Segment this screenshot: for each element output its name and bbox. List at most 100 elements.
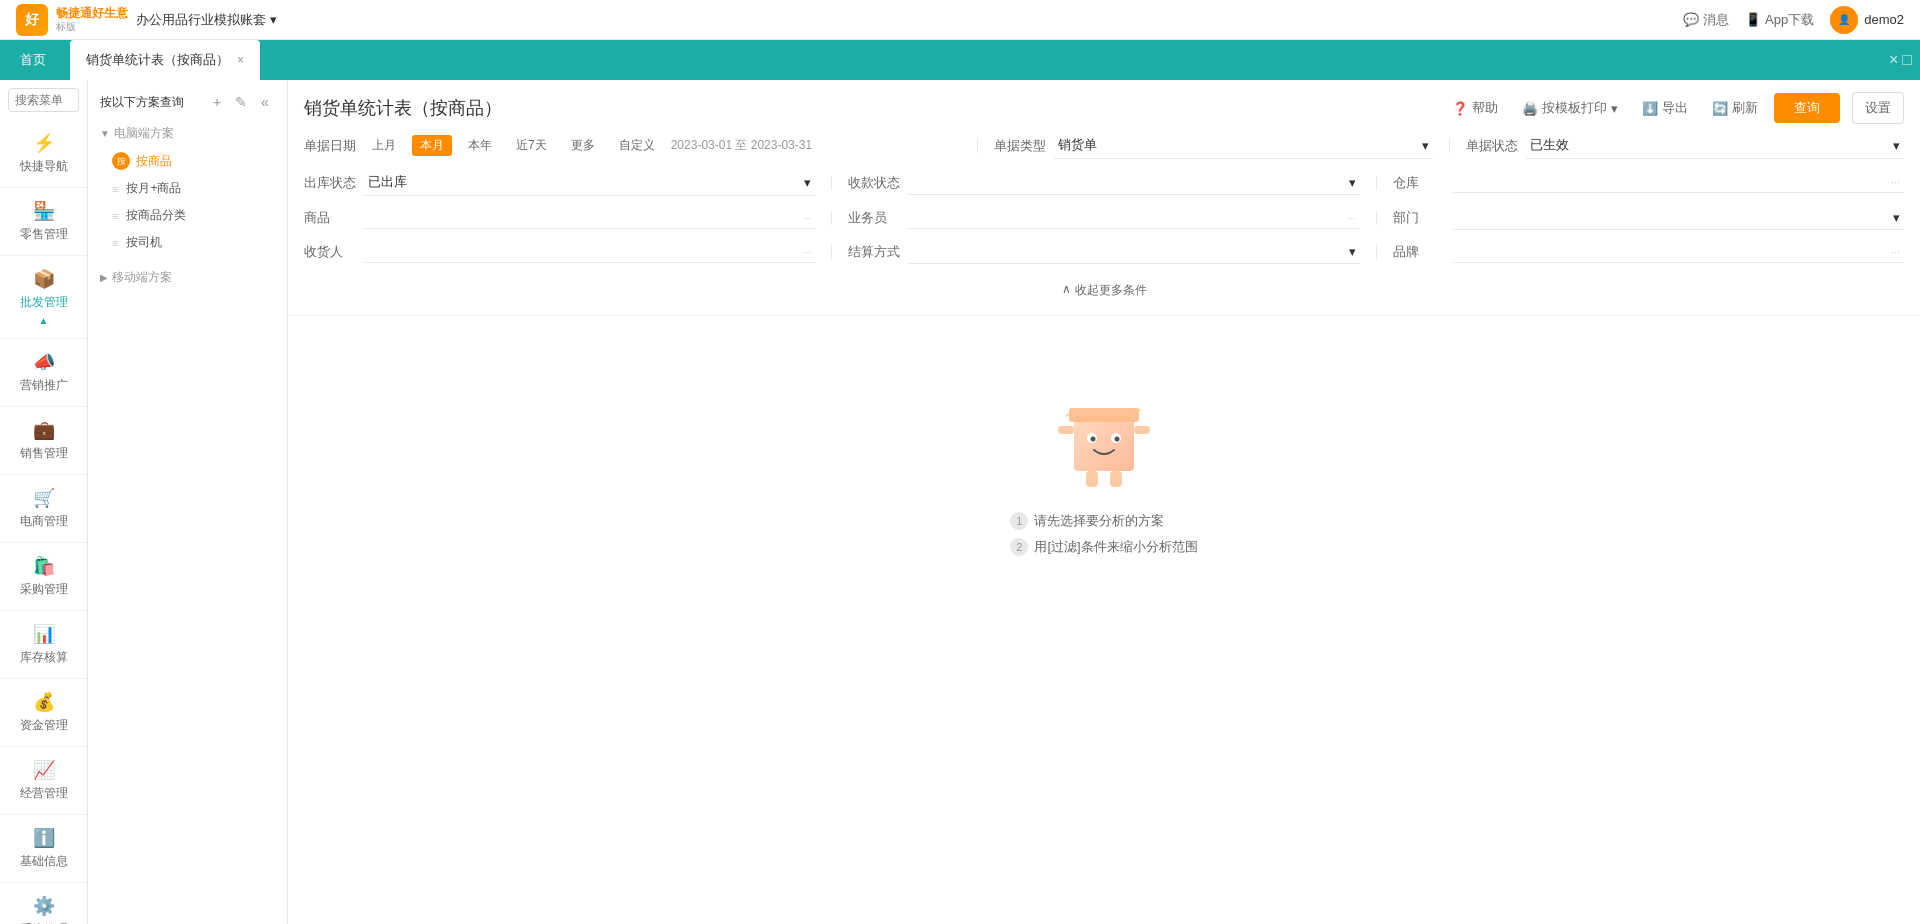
out-status-label: 出库状态 [304, 174, 364, 192]
message-button[interactable]: 💬 消息 [1683, 11, 1729, 29]
list-icon-2: ≡ [112, 210, 118, 222]
receiver-more-icon: ··· [802, 246, 811, 258]
sidebar-item-marketing[interactable]: 📣 营销推广 [0, 339, 87, 407]
doc-type-chevron-icon [1422, 138, 1429, 153]
tabbar: 首页 销货单统计表（按商品） × × □ [0, 40, 1920, 80]
plan-by-product[interactable]: 按 按商品 [100, 147, 287, 175]
receiver-input[interactable]: ··· [364, 242, 815, 263]
app-dropdown[interactable]: 办公用品行业模拟账套 [136, 11, 277, 29]
date-custom-btn[interactable]: 自定义 [611, 135, 663, 156]
query-button[interactable]: 查询 [1774, 93, 1840, 123]
edit-plan-button[interactable]: ✎ [231, 92, 251, 112]
sidebar-item-wholesale[interactable]: 📦 批发管理 ▲ [0, 256, 87, 339]
tab-active[interactable]: 销货单统计表（按商品） × [70, 40, 260, 80]
print-dropdown-icon [1611, 101, 1618, 116]
add-plan-button[interactable]: + [207, 92, 227, 112]
print-button[interactable]: 🖨️ 按模板打印 [1514, 95, 1626, 121]
plan-by-month-product[interactable]: ≡ 按月+商品 [100, 175, 287, 202]
empty-tips: 1 请先选择要分析的方案 2 用[过滤]条件来缩小分析范围 [1010, 512, 1197, 556]
date-last-month-btn[interactable]: 上月 [364, 135, 404, 156]
user-area[interactable]: 👤 demo2 [1830, 6, 1904, 34]
empty-state: ✦ ✦ 1 请先选择要分析的方案 2 用[过滤]条件来缩小分析范围 [288, 316, 1920, 616]
user-name: demo2 [1864, 12, 1904, 27]
svg-rect-6 [1058, 426, 1074, 434]
chevron-right-tree-icon: ▶ [100, 272, 108, 283]
sidebar-item-retail[interactable]: 🏪 零售管理 [0, 188, 87, 256]
sidebar-item-sales[interactable]: 💼 销售管理 [0, 407, 87, 475]
window-close-icon[interactable]: × [1889, 51, 1898, 69]
plan-by-driver[interactable]: ≡ 按司机 [100, 229, 287, 256]
date-this-year-btn[interactable]: 本年 [460, 135, 500, 156]
sidebar-item-quick-nav[interactable]: ⚡ 快捷导航 [0, 120, 87, 188]
sidebar-item-ecommerce[interactable]: 🛒 电商管理 [0, 475, 87, 543]
right-main: 销货单统计表（按商品） ❓ 帮助 🖨️ 按模板打印 ⬇️ [288, 80, 1920, 924]
setting-button[interactable]: 设置 [1852, 92, 1904, 124]
help-icon: ❓ [1452, 101, 1468, 116]
left-panel-title: 按以下方案查询 [100, 94, 184, 111]
tab-close-icon[interactable]: × [237, 53, 244, 67]
date-this-month-btn[interactable]: 本月 [412, 135, 452, 156]
logo-icon: 好 [16, 4, 48, 36]
filter-row-3: 商品 ··· 业务员 ··· [304, 206, 1904, 230]
collapse-bar[interactable]: ∧ 收起更多条件 [304, 274, 1904, 307]
collapse-icon: ∧ [1062, 282, 1071, 299]
date-more-btn[interactable]: 更多 [563, 135, 603, 156]
out-status-chevron-icon [804, 175, 811, 190]
doc-status-select[interactable]: 已生效 [1526, 132, 1904, 159]
app-subtitle: 标版 [56, 21, 128, 33]
department-chevron-icon [1893, 210, 1900, 225]
warehouse-select[interactable]: ··· [1453, 172, 1904, 193]
separator-4 [1376, 176, 1377, 190]
filter-warehouse: 仓库 ··· [1393, 172, 1904, 193]
product-more-icon: ··· [802, 212, 811, 224]
avatar: 👤 [1830, 6, 1858, 34]
filter-payment: 结算方式 [848, 240, 1359, 264]
doc-type-select[interactable]: 销货单 [1054, 132, 1432, 159]
plan-by-category[interactable]: ≡ 按商品分类 [100, 202, 287, 229]
tab-home[interactable]: 首页 [0, 40, 66, 80]
list-icon-1: ≡ [112, 183, 118, 195]
sidebar-item-finance[interactable]: 💰 资金管理 [0, 679, 87, 747]
salesperson-input[interactable]: ··· [908, 208, 1359, 229]
separator-5 [831, 211, 832, 225]
print-icon: 🖨️ [1522, 101, 1538, 116]
filter-product: 商品 ··· [304, 208, 815, 229]
tip-num-2: 2 [1010, 538, 1028, 556]
refresh-button[interactable]: 🔄 刷新 [1704, 95, 1766, 121]
collapse-panel-button[interactable]: « [255, 92, 275, 112]
empty-illustration: ✦ ✦ [1044, 376, 1164, 496]
active-dot-icon: 按 [112, 152, 130, 170]
out-status-select[interactable]: 已出库 [364, 169, 815, 196]
sidebar-item-operations[interactable]: 📈 经营管理 [0, 747, 87, 815]
window-max-icon[interactable]: □ [1902, 51, 1912, 69]
date-last7-btn[interactable]: 近7天 [508, 135, 555, 156]
collect-status-select[interactable] [908, 171, 1359, 195]
purchase-icon: 🛍️ [33, 555, 55, 577]
department-select[interactable] [1453, 206, 1904, 230]
payment-select[interactable] [908, 240, 1359, 264]
page-actions: ❓ 帮助 🖨️ 按模板打印 ⬇️ 导出 🔄 [1444, 92, 1904, 124]
svg-text:✦: ✦ [1134, 405, 1142, 416]
date-label: 单据日期 [304, 137, 364, 155]
help-button[interactable]: ❓ 帮助 [1444, 95, 1506, 121]
chevron-up-icon: ▲ [39, 315, 49, 326]
svg-rect-9 [1110, 471, 1122, 487]
ecommerce-icon: 🛒 [33, 487, 55, 509]
brand-input[interactable]: ··· [1453, 242, 1904, 263]
sidebar-item-system[interactable]: ⚙️ 系统管理 [0, 883, 87, 924]
export-button[interactable]: ⬇️ 导出 [1634, 95, 1696, 121]
inventory-icon: 📊 [33, 623, 55, 645]
search-input[interactable] [8, 88, 79, 112]
sidebar-item-purchase[interactable]: 🛍️ 采购管理 [0, 543, 87, 611]
separator-3 [831, 176, 832, 190]
sidebar-item-inventory[interactable]: 📊 库存核算 [0, 611, 87, 679]
download-icon: 📱 [1745, 12, 1761, 27]
marketing-icon: 📣 [33, 351, 55, 373]
sidebar-item-basic[interactable]: ℹ️ 基础信息 [0, 815, 87, 883]
svg-rect-0 [1074, 416, 1134, 471]
collect-status-chevron-icon [1349, 175, 1356, 190]
product-input[interactable]: ··· [364, 208, 815, 229]
app-download-button[interactable]: 📱 App下载 [1745, 11, 1814, 29]
pc-group-header: ▼ 电脑端方案 [88, 120, 287, 147]
collect-status-label: 收款状态 [848, 174, 908, 192]
